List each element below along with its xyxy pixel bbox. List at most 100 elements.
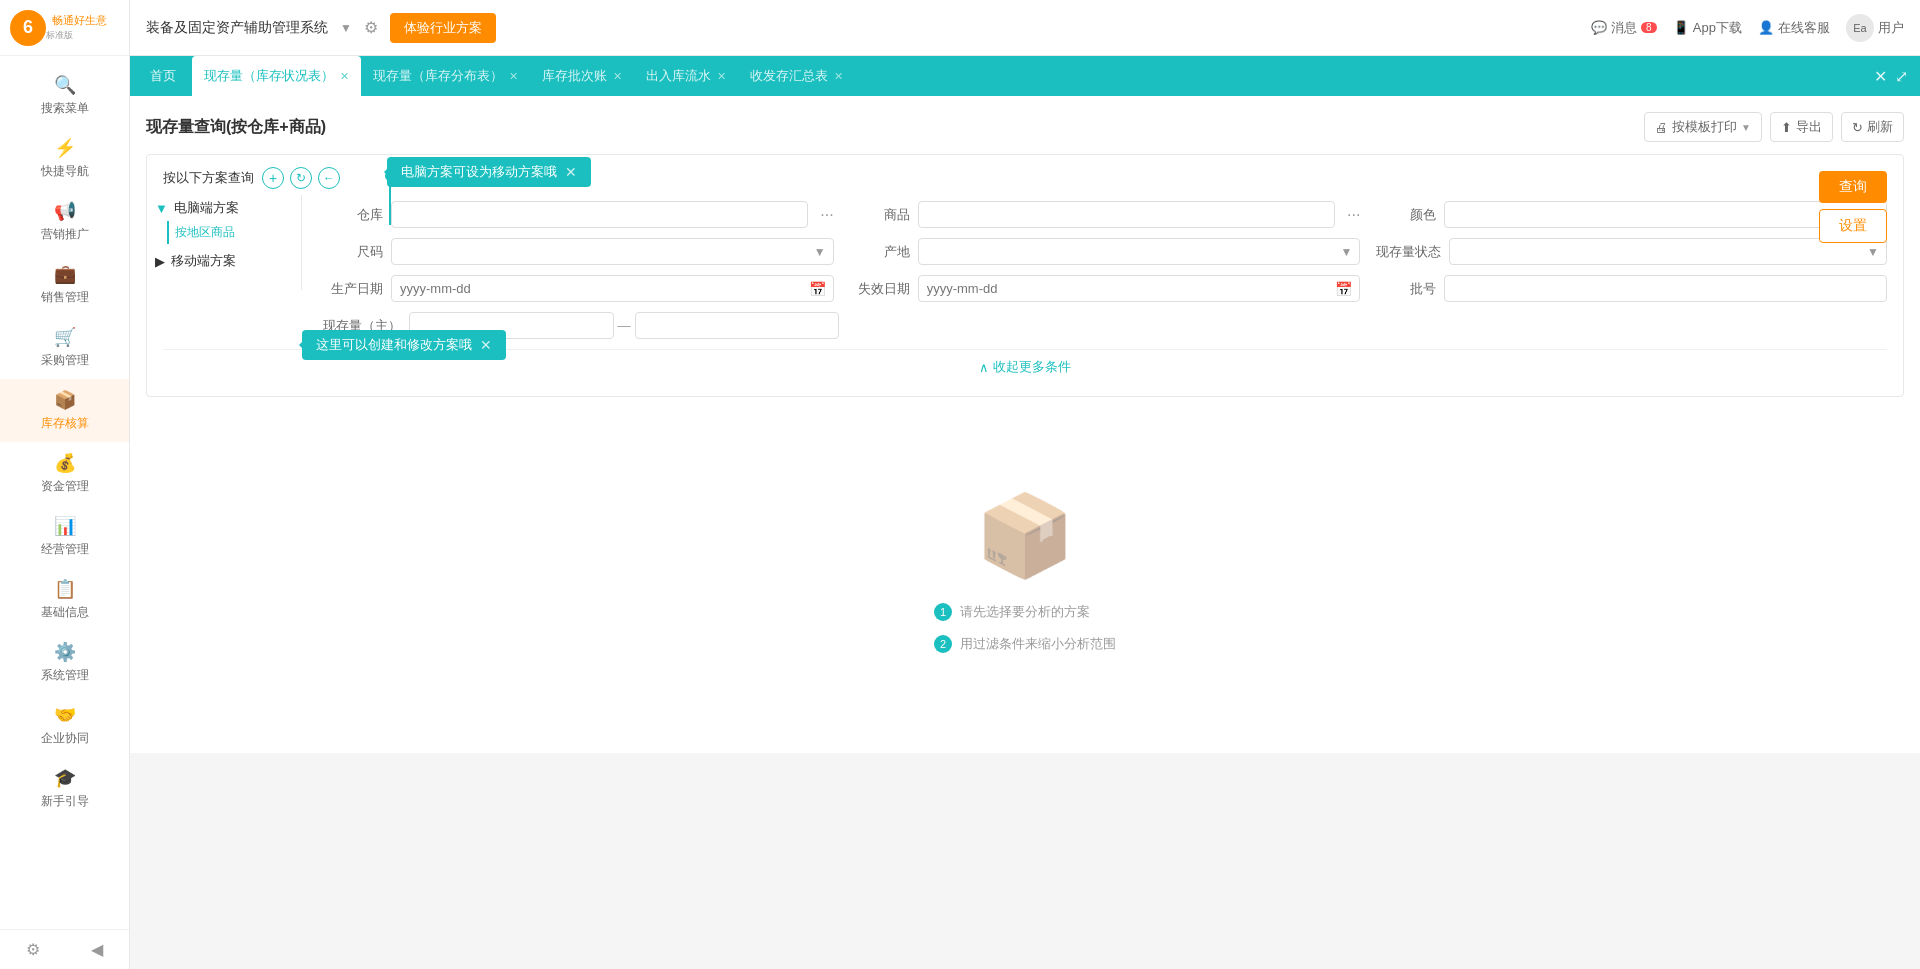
tab-inout-flow[interactable]: 出入库流水 ✕	[634, 56, 738, 96]
expire-date-input[interactable]	[918, 275, 1361, 302]
scheme-mobile-toggle[interactable]: ▶ 移动端方案	[147, 248, 301, 274]
search-button[interactable]: 查询	[1819, 171, 1887, 203]
message-icon: 💬	[1591, 20, 1607, 35]
sidebar-bottom: ⚙ ◀	[0, 929, 129, 969]
user-item[interactable]: Ea 用户	[1846, 14, 1904, 42]
sidebar-item-purchase[interactable]: 🛒 采购管理	[0, 316, 129, 379]
online-service-item[interactable]: 👤 在线客服	[1758, 19, 1830, 37]
content-area: 现存量查询(按仓库+商品) 🖨 按模板打印 ▼ ⬆ 导出 ↻ 刷新	[130, 96, 1920, 753]
sidebar-logo: 6 畅通好生意 标准版	[0, 0, 129, 56]
color-label: 颜色	[1376, 206, 1436, 224]
app-name: 畅通好生意	[52, 13, 107, 27]
tab-batch-ledger[interactable]: 库存批次账 ✕	[530, 56, 634, 96]
app-badge: 标准版	[46, 29, 107, 42]
service-icon: 👤	[1758, 20, 1774, 35]
connect-line	[389, 181, 391, 225]
header-left: 装备及固定资产辅助管理系统 ▼ ⚙ 体验行业方案	[146, 13, 496, 43]
product-dots[interactable]: ···	[1347, 206, 1360, 224]
scheme-tooltip-close-2[interactable]: ✕	[480, 337, 492, 353]
scheme-desktop-toggle[interactable]: ▼ 电脑端方案	[147, 195, 301, 221]
tab-inventory-status-close[interactable]: ✕	[340, 70, 349, 83]
sidebar-settings-icon[interactable]: ⚙	[26, 940, 40, 959]
sidebar-item-system[interactable]: ⚙️ 系统管理	[0, 631, 129, 694]
reset-button[interactable]: 设置	[1819, 209, 1887, 243]
purchase-icon: 🛒	[54, 326, 76, 348]
print-button[interactable]: 🖨 按模板打印 ▼	[1644, 112, 1762, 142]
scheme-tooltip-text-1: 电脑方案可设为移动方案哦	[401, 163, 557, 181]
export-button[interactable]: ⬆ 导出	[1770, 112, 1833, 142]
tab-inventory-dist[interactable]: 现存量（库存分布表） ✕	[361, 56, 530, 96]
filter-actions: + ↻ ←	[262, 167, 340, 189]
basic-icon: 📋	[54, 578, 76, 600]
filter-refresh-button[interactable]: ↻	[290, 167, 312, 189]
sidebar-nav: 🔍 搜索菜单 ⚡ 快捷导航 📢 营销推广 💼 销售管理 🛒 采购管理 📦 库存核…	[0, 56, 129, 929]
tab-action-btns: ✕ ⤢	[1874, 67, 1916, 86]
filter-row-4: 现存量（主） —	[323, 312, 1887, 339]
size-select[interactable]	[391, 238, 834, 265]
header-right: 💬 消息 8 📱 App下载 👤 在线客服 Ea 用户	[1591, 14, 1904, 42]
phone-icon: 📱	[1673, 20, 1689, 35]
tab-batch-ledger-close[interactable]: ✕	[613, 70, 622, 83]
tab-home[interactable]: 首页	[134, 67, 192, 85]
filter-product-row: 商品 ···	[850, 201, 1361, 228]
filter-add-button[interactable]: +	[262, 167, 284, 189]
tab-inventory-dist-label: 现存量（库存分布表）	[373, 67, 503, 85]
tab-inout-flow-close[interactable]: ✕	[717, 70, 726, 83]
tab-inout-flow-label: 出入库流水	[646, 67, 711, 85]
batch-label: 批号	[1376, 280, 1436, 298]
scheme-sub-desktop: 按地区商品	[147, 221, 301, 244]
sidebar-item-enterprise[interactable]: 🤝 企业协同	[0, 694, 129, 757]
avatar: Ea	[1846, 14, 1874, 42]
tab-inventory-status[interactable]: 现存量（库存状况表） ✕	[192, 56, 361, 96]
sidebar-item-quick[interactable]: ⚡ 快捷导航	[0, 127, 129, 190]
quantity-to-input[interactable]	[635, 312, 840, 339]
filter-expire-date-row: 失效日期 📅	[850, 275, 1361, 302]
search-icon: 🔍	[54, 74, 76, 96]
sidebar-item-marketing[interactable]: 📢 营销推广	[0, 190, 129, 253]
scheme-tooltip-close-1[interactable]: ✕	[565, 164, 577, 180]
size-select-wrap: ▼	[391, 238, 834, 265]
product-input[interactable]	[918, 201, 1335, 228]
app-download-item[interactable]: 📱 App下载	[1673, 19, 1742, 37]
tab-collection-summary-close[interactable]: ✕	[834, 70, 843, 83]
header-settings-icon[interactable]: ⚙	[364, 18, 378, 37]
warehouse-input-wrap	[391, 201, 808, 228]
scheme-group-mobile: ▶ 移动端方案	[147, 248, 301, 274]
online-service-label: 在线客服	[1778, 19, 1830, 37]
filter-warehouse-row: 仓库 ···	[323, 201, 834, 228]
tab-inventory-dist-close[interactable]: ✕	[509, 70, 518, 83]
batch-input[interactable]	[1444, 275, 1887, 302]
sidebar-item-sales[interactable]: 💼 销售管理	[0, 253, 129, 316]
message-item[interactable]: 💬 消息 8	[1591, 19, 1657, 37]
tab-close-all-btn[interactable]: ✕	[1874, 67, 1887, 86]
refresh-button[interactable]: ↻ 刷新	[1841, 112, 1904, 142]
origin-label: 产地	[850, 243, 910, 261]
print-dropdown-icon: ▼	[1741, 122, 1751, 133]
origin-select[interactable]	[918, 238, 1361, 265]
header: 装备及固定资产辅助管理系统 ▼ ⚙ 体验行业方案 💬 消息 8 📱 App下载 …	[130, 0, 1920, 56]
warehouse-dots[interactable]: ···	[820, 206, 833, 224]
product-input-wrap	[918, 201, 1335, 228]
warehouse-label: 仓库	[323, 206, 383, 224]
export-icon: ⬆	[1781, 120, 1792, 135]
sidebar-item-search[interactable]: 🔍 搜索菜单	[0, 64, 129, 127]
produce-date-input[interactable]	[391, 275, 834, 302]
trial-button[interactable]: 体验行业方案	[390, 13, 496, 43]
tab-expand-btn[interactable]: ⤢	[1895, 67, 1908, 86]
scheme-sub-item-1[interactable]: 按地区商品	[167, 221, 301, 244]
filter-back-button[interactable]: ←	[318, 167, 340, 189]
warehouse-input[interactable]	[391, 201, 808, 228]
marketing-icon: 📢	[54, 200, 76, 222]
tab-collection-summary[interactable]: 收发存汇总表 ✕	[738, 56, 855, 96]
empty-state-icon: 📦	[975, 489, 1075, 583]
scheme-tooltip-2: 这里可以创建和修改方案哦 ✕	[302, 330, 506, 360]
system-dropdown-icon[interactable]: ▼	[340, 21, 352, 35]
empty-step-2: 2 用过滤条件来缩小分析范围	[934, 631, 1116, 657]
sidebar-item-basic[interactable]: 📋 基础信息	[0, 568, 129, 631]
main-content: 现存量查询(按仓库+商品) 🖨 按模板打印 ▼ ⬆ 导出 ↻ 刷新	[130, 96, 1920, 969]
sidebar-item-operations[interactable]: 📊 经营管理	[0, 505, 129, 568]
sidebar-collapse-icon[interactable]: ◀	[91, 940, 103, 959]
sidebar-item-finance[interactable]: 💰 资金管理	[0, 442, 129, 505]
sidebar-item-inventory[interactable]: 📦 库存核算	[0, 379, 129, 442]
sidebar-item-guide[interactable]: 🎓 新手引导	[0, 757, 129, 820]
